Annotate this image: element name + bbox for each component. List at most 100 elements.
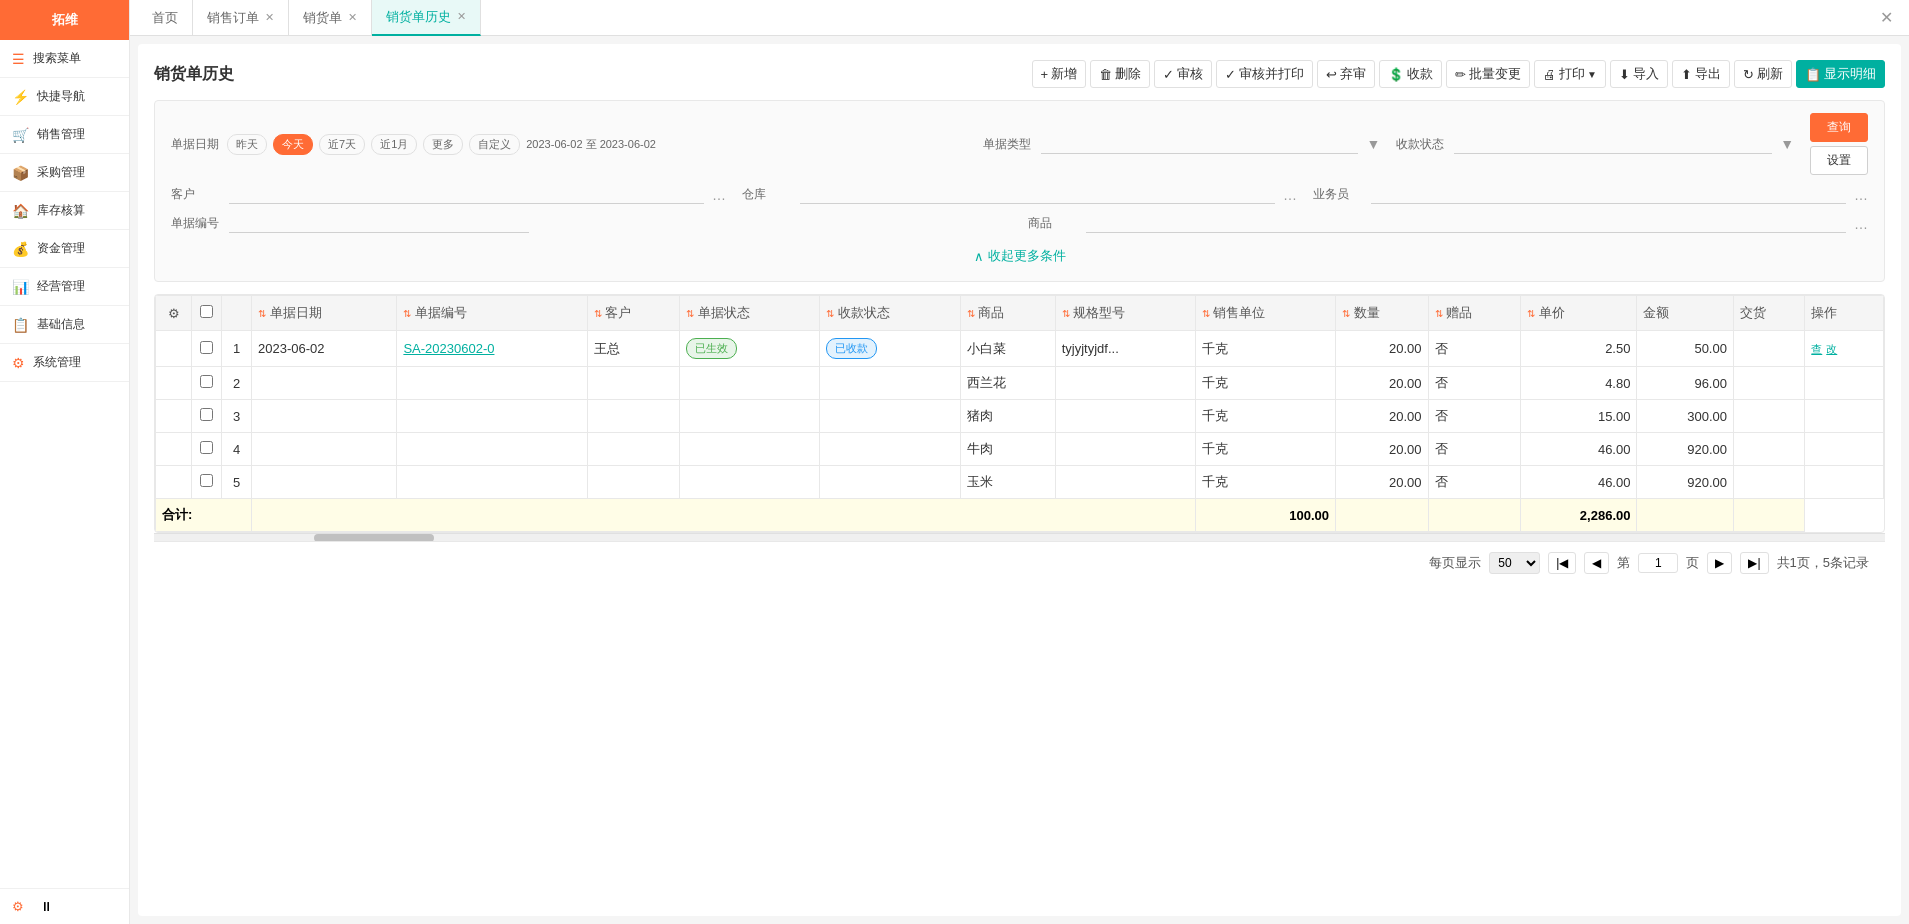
settings-bottom-icon[interactable]: ⚙ [12, 899, 24, 914]
delete-button[interactable]: 🗑 删除 [1090, 60, 1150, 88]
row-select-checkbox[interactable] [200, 441, 213, 454]
row-select-checkbox[interactable] [200, 408, 213, 421]
customer-input[interactable] [229, 185, 704, 204]
col-spec[interactable]: ⇅ 规格型号 [1055, 296, 1195, 331]
col-unit[interactable]: ⇅ 销售单位 [1195, 296, 1335, 331]
tab-bar-close[interactable]: ✕ [1872, 8, 1901, 27]
tab-sales-history-close[interactable]: ✕ [457, 10, 466, 23]
col-checkbox[interactable] [192, 296, 222, 331]
date-tag-7days[interactable]: 近7天 [319, 134, 365, 155]
row-doc-no[interactable] [397, 400, 587, 433]
col-doc-status[interactable]: ⇅ 单据状态 [680, 296, 820, 331]
warehouse-picker[interactable]: … [1283, 187, 1297, 203]
last-page-btn[interactable]: ▶| [1740, 552, 1768, 574]
discard-button[interactable]: ↩ 弃审 [1317, 60, 1375, 88]
row-checkbox[interactable] [192, 400, 222, 433]
basic-info-icon: 📋 [12, 317, 29, 333]
col-date[interactable]: ⇅ 单据日期 [252, 296, 397, 331]
date-tag-custom[interactable]: 自定义 [469, 134, 520, 155]
row-doc-no[interactable] [397, 466, 587, 499]
date-tag-1month[interactable]: 近1月 [371, 134, 417, 155]
payment-status-input[interactable] [1454, 135, 1772, 154]
row-doc-no[interactable] [397, 367, 587, 400]
settings-button[interactable]: 设置 [1810, 146, 1868, 175]
new-button[interactable]: + 新增 [1032, 60, 1087, 88]
next-page-btn[interactable]: ▶ [1707, 552, 1732, 574]
horizontal-scrollbar[interactable] [154, 533, 1885, 541]
tab-sales-order-label: 销售订单 [207, 9, 259, 27]
warehouse-input[interactable] [800, 185, 1275, 204]
import-button[interactable]: ⬇ 导入 [1610, 60, 1668, 88]
pause-icon[interactable]: ⏸ [40, 899, 53, 914]
row-select-checkbox[interactable] [200, 375, 213, 388]
first-page-btn[interactable]: |◀ [1548, 552, 1576, 574]
row-checkbox[interactable] [192, 367, 222, 400]
collapse-button[interactable]: ∧ 收起更多条件 [171, 243, 1868, 269]
col-product[interactable]: ⇅ 商品 [960, 296, 1055, 331]
sidebar-item-sales-mgmt[interactable]: 🛒 销售管理 [0, 116, 129, 154]
prev-page-btn[interactable]: ◀ [1584, 552, 1609, 574]
product-input[interactable] [1086, 214, 1847, 233]
row-doc-no[interactable] [397, 433, 587, 466]
product-picker[interactable]: … [1854, 216, 1868, 232]
per-page-select[interactable]: 50 100 200 [1489, 552, 1540, 574]
sidebar-item-system-mgmt[interactable]: ⚙ 系统管理 [0, 344, 129, 382]
page-header: 销货单历史 + 新增 🗑 删除 ✓ 审核 ✓ 审核并打印 [154, 60, 1885, 88]
date-tag-yesterday[interactable]: 昨天 [227, 134, 267, 155]
doc-type-dropdown[interactable]: ▼ [1366, 136, 1380, 152]
collect-icon: 💲 [1388, 67, 1404, 82]
batch-change-button[interactable]: ✏ 批量变更 [1446, 60, 1530, 88]
sidebar-item-quick-nav[interactable]: ⚡ 快捷导航 [0, 78, 129, 116]
tab-sales-history[interactable]: 销货单历史 ✕ [372, 0, 481, 36]
summary-price [1428, 499, 1521, 532]
row-checkbox[interactable] [192, 331, 222, 367]
tab-sales-delivery[interactable]: 销货单 ✕ [289, 0, 372, 36]
col-doc-no[interactable]: ⇅ 单据编号 [397, 296, 587, 331]
salesperson-picker[interactable]: … [1854, 187, 1868, 203]
sidebar-item-basic-info[interactable]: 📋 基础信息 [0, 306, 129, 344]
sidebar-item-label: 资金管理 [37, 240, 85, 257]
date-tag-today[interactable]: 今天 [273, 134, 313, 155]
select-all-checkbox[interactable] [200, 305, 213, 318]
audit-button[interactable]: ✓ 审核 [1154, 60, 1212, 88]
payment-status-dropdown[interactable]: ▼ [1780, 136, 1794, 152]
show-detail-button[interactable]: 📋 显示明细 [1796, 60, 1885, 88]
date-tag-more[interactable]: 更多 [423, 134, 463, 155]
doc-no-input[interactable] [229, 214, 529, 233]
tab-sales-order-close[interactable]: ✕ [265, 11, 274, 24]
page-input[interactable] [1638, 553, 1678, 573]
col-customer[interactable]: ⇅ 客户 [587, 296, 680, 331]
row-checkbox[interactable] [192, 433, 222, 466]
row-doc-no[interactable]: SA-20230602-0 [397, 331, 587, 367]
action-link[interactable]: 改 [1826, 343, 1837, 355]
col-price[interactable]: ⇅ 单价 [1521, 296, 1637, 331]
audit-print-button[interactable]: ✓ 审核并打印 [1216, 60, 1313, 88]
filter-area: 单据日期 昨天 今天 近7天 近1月 更多 自定义 2023-06-02 至 2… [154, 100, 1885, 282]
collect-button[interactable]: 💲 收款 [1379, 60, 1442, 88]
sidebar-item-inventory[interactable]: 🏠 库存核算 [0, 192, 129, 230]
tab-sales-delivery-close[interactable]: ✕ [348, 11, 357, 24]
action-link[interactable]: 查 [1811, 343, 1822, 355]
doc-type-input[interactable] [1041, 135, 1359, 154]
sidebar-item-search-menu[interactable]: ☰ 搜索菜单 [0, 40, 129, 78]
row-select-checkbox[interactable] [200, 474, 213, 487]
tab-sales-order[interactable]: 销售订单 ✕ [193, 0, 289, 36]
query-button[interactable]: 查询 [1810, 113, 1868, 142]
refresh-button[interactable]: ↻ 刷新 [1734, 60, 1792, 88]
sidebar-item-operations[interactable]: 📊 经营管理 [0, 268, 129, 306]
print-button[interactable]: 🖨 打印 ▼ [1534, 60, 1606, 88]
tab-home-label: 首页 [152, 9, 178, 27]
tab-home[interactable]: 首页 [138, 0, 193, 36]
export-button[interactable]: ⬆ 导出 [1672, 60, 1730, 88]
salesperson-input[interactable] [1371, 185, 1846, 204]
col-settings[interactable]: ⚙ [156, 296, 192, 331]
row-select-checkbox[interactable] [200, 341, 213, 354]
customer-picker[interactable]: … [712, 187, 726, 203]
col-payment-status[interactable]: ⇅ 收款状态 [820, 296, 960, 331]
filter-doc-type: 单据类型 ▼ [983, 135, 1381, 154]
sidebar-item-finance[interactable]: 💰 资金管理 [0, 230, 129, 268]
sidebar-item-purchase-mgmt[interactable]: 📦 采购管理 [0, 154, 129, 192]
col-gift[interactable]: ⇅ 赠品 [1428, 296, 1521, 331]
row-checkbox[interactable] [192, 466, 222, 499]
col-qty[interactable]: ⇅ 数量 [1335, 296, 1428, 331]
